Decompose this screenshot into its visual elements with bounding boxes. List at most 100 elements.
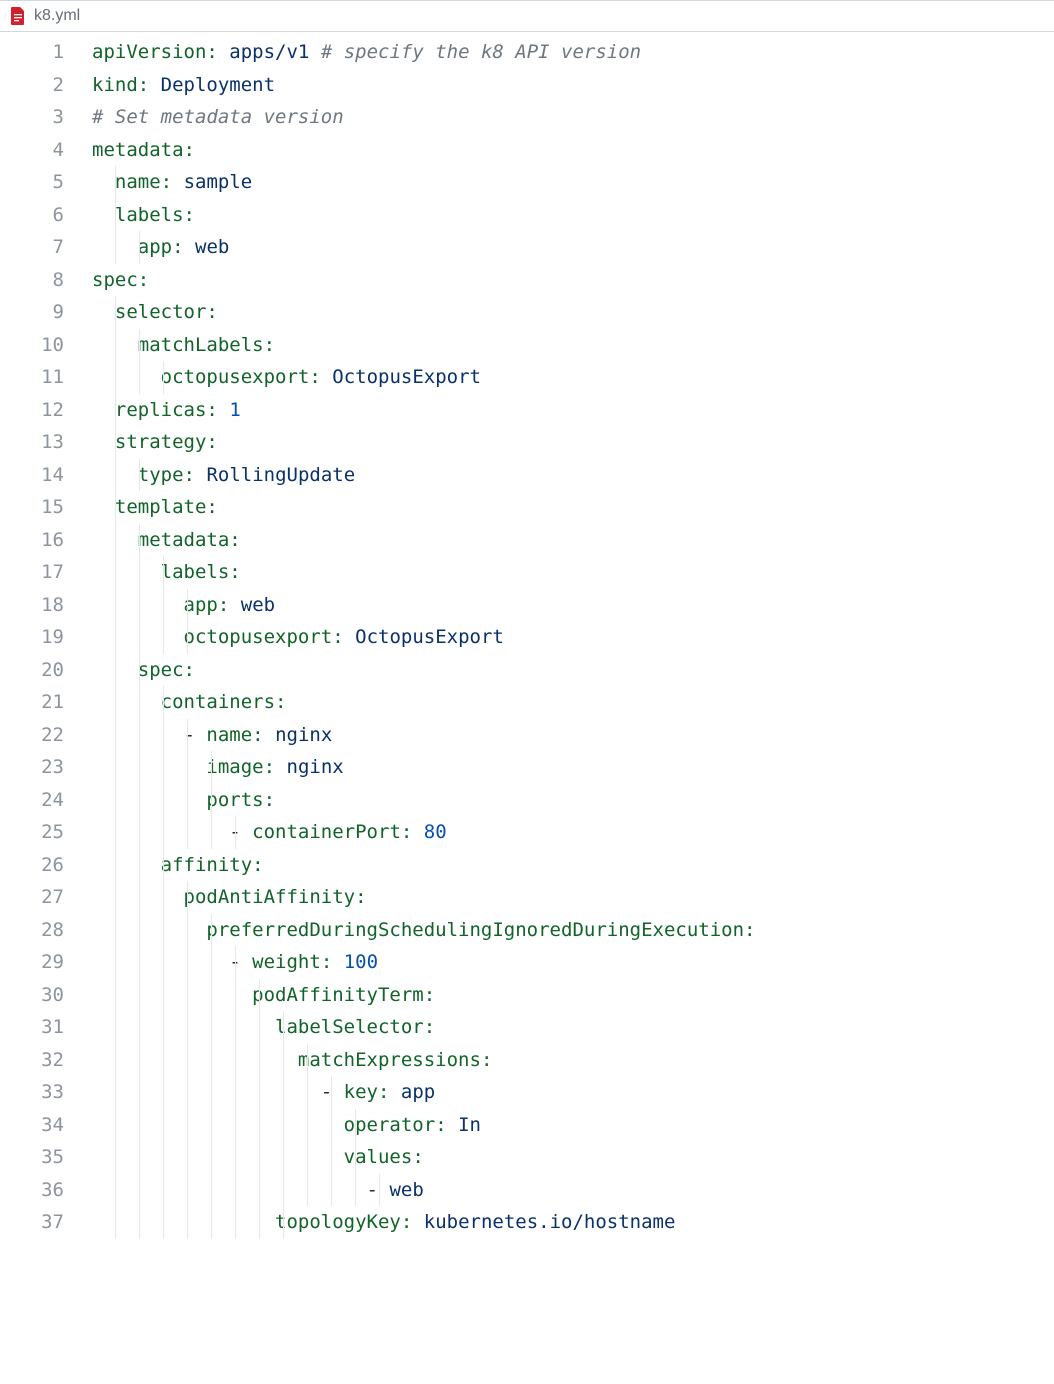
code-line[interactable]: 3# Set metadata version — [0, 101, 1054, 134]
line-number: 9 — [0, 296, 92, 329]
line-number: 8 — [0, 264, 92, 297]
line-number: 30 — [0, 979, 92, 1012]
code-line[interactable]: 5 name: sample — [0, 166, 1054, 199]
code-line[interactable]: 12 replicas: 1 — [0, 394, 1054, 427]
line-number: 11 — [0, 361, 92, 394]
code-line[interactable]: 1apiVersion: apps/v1 # specify the k8 AP… — [0, 36, 1054, 69]
code-line[interactable]: 13 strategy: — [0, 426, 1054, 459]
code-line[interactable]: 35 values: — [0, 1141, 1054, 1174]
line-number: 33 — [0, 1076, 92, 1109]
line-number: 20 — [0, 654, 92, 687]
code-line[interactable]: 20 spec: — [0, 654, 1054, 687]
line-number: 15 — [0, 491, 92, 524]
code-line[interactable]: 33 - key: app — [0, 1076, 1054, 1109]
line-number: 4 — [0, 134, 92, 167]
code-content: octopusexport: OctopusExport — [92, 621, 1054, 654]
code-content: matchExpressions: — [92, 1044, 1054, 1077]
code-content: type: RollingUpdate — [92, 459, 1054, 492]
code-line[interactable]: 17 labels: — [0, 556, 1054, 589]
line-number: 5 — [0, 166, 92, 199]
line-number: 36 — [0, 1174, 92, 1207]
line-number: 10 — [0, 329, 92, 362]
line-number: 12 — [0, 394, 92, 427]
code-content: - key: app — [92, 1076, 1054, 1109]
line-number: 22 — [0, 719, 92, 752]
code-line[interactable]: 7 app: web — [0, 231, 1054, 264]
line-number: 24 — [0, 784, 92, 817]
code-content: ports: — [92, 784, 1054, 817]
code-content: topologyKey: kubernetes.io/hostname — [92, 1206, 1054, 1239]
code-content: labelSelector: — [92, 1011, 1054, 1044]
code-line[interactable]: 18 app: web — [0, 589, 1054, 622]
line-number: 31 — [0, 1011, 92, 1044]
code-line[interactable]: 23 image: nginx — [0, 751, 1054, 784]
file-icon — [10, 7, 26, 25]
code-content: operator: In — [92, 1109, 1054, 1142]
code-content: - web — [92, 1174, 1054, 1207]
file-name[interactable]: k8.yml — [34, 7, 80, 25]
code-line[interactable]: 28 preferredDuringSchedulingIgnoredDurin… — [0, 914, 1054, 947]
code-line[interactable]: 6 labels: — [0, 199, 1054, 232]
code-editor[interactable]: 1apiVersion: apps/v1 # specify the k8 AP… — [0, 32, 1054, 1239]
line-number: 21 — [0, 686, 92, 719]
line-number: 1 — [0, 36, 92, 69]
code-content: - containerPort: 80 — [92, 816, 1054, 849]
code-content: image: nginx — [92, 751, 1054, 784]
line-number: 32 — [0, 1044, 92, 1077]
code-content: replicas: 1 — [92, 394, 1054, 427]
code-line[interactable]: 30 podAffinityTerm: — [0, 979, 1054, 1012]
code-content: preferredDuringSchedulingIgnoredDuringEx… — [92, 914, 1054, 947]
code-line[interactable]: 22 - name: nginx — [0, 719, 1054, 752]
code-content: spec: — [92, 654, 1054, 687]
code-line[interactable]: 37 topologyKey: kubernetes.io/hostname — [0, 1206, 1054, 1239]
code-content: spec: — [92, 264, 1054, 297]
code-content: app: web — [92, 231, 1054, 264]
code-line[interactable]: 16 metadata: — [0, 524, 1054, 557]
code-line[interactable]: 24 ports: — [0, 784, 1054, 817]
code-line[interactable]: 2kind: Deployment — [0, 69, 1054, 102]
line-number: 28 — [0, 914, 92, 947]
code-line[interactable]: 11 octopusexport: OctopusExport — [0, 361, 1054, 394]
code-line[interactable]: 29 - weight: 100 — [0, 946, 1054, 979]
code-content: app: web — [92, 589, 1054, 622]
code-line[interactable]: 27 podAntiAffinity: — [0, 881, 1054, 914]
code-line[interactable]: 21 containers: — [0, 686, 1054, 719]
code-line[interactable]: 14 type: RollingUpdate — [0, 459, 1054, 492]
code-line[interactable]: 8spec: — [0, 264, 1054, 297]
line-number: 23 — [0, 751, 92, 784]
code-line[interactable]: 32 matchExpressions: — [0, 1044, 1054, 1077]
code-line[interactable]: 36 - web — [0, 1174, 1054, 1207]
code-content: values: — [92, 1141, 1054, 1174]
code-content: template: — [92, 491, 1054, 524]
code-line[interactable]: 34 operator: In — [0, 1109, 1054, 1142]
code-content: apiVersion: apps/v1 # specify the k8 API… — [92, 36, 1054, 69]
code-content: - name: nginx — [92, 719, 1054, 752]
code-content: labels: — [92, 199, 1054, 232]
code-line[interactable]: 9 selector: — [0, 296, 1054, 329]
line-number: 3 — [0, 101, 92, 134]
code-line[interactable]: 15 template: — [0, 491, 1054, 524]
line-number: 18 — [0, 589, 92, 622]
code-content: labels: — [92, 556, 1054, 589]
code-content: strategy: — [92, 426, 1054, 459]
line-number: 17 — [0, 556, 92, 589]
line-number: 37 — [0, 1206, 92, 1239]
code-line[interactable]: 10 matchLabels: — [0, 329, 1054, 362]
code-content: podAntiAffinity: — [92, 881, 1054, 914]
line-number: 2 — [0, 69, 92, 102]
code-line[interactable]: 31 labelSelector: — [0, 1011, 1054, 1044]
code-content: octopusexport: OctopusExport — [92, 361, 1054, 394]
code-line[interactable]: 19 octopusexport: OctopusExport — [0, 621, 1054, 654]
code-content: # Set metadata version — [92, 101, 1054, 134]
code-content: matchLabels: — [92, 329, 1054, 362]
code-content: podAffinityTerm: — [92, 979, 1054, 1012]
line-number: 34 — [0, 1109, 92, 1142]
line-number: 35 — [0, 1141, 92, 1174]
code-line[interactable]: 25 - containerPort: 80 — [0, 816, 1054, 849]
code-line[interactable]: 26 affinity: — [0, 849, 1054, 882]
line-number: 16 — [0, 524, 92, 557]
code-content: name: sample — [92, 166, 1054, 199]
line-number: 7 — [0, 231, 92, 264]
code-line[interactable]: 4metadata: — [0, 134, 1054, 167]
code-content: containers: — [92, 686, 1054, 719]
